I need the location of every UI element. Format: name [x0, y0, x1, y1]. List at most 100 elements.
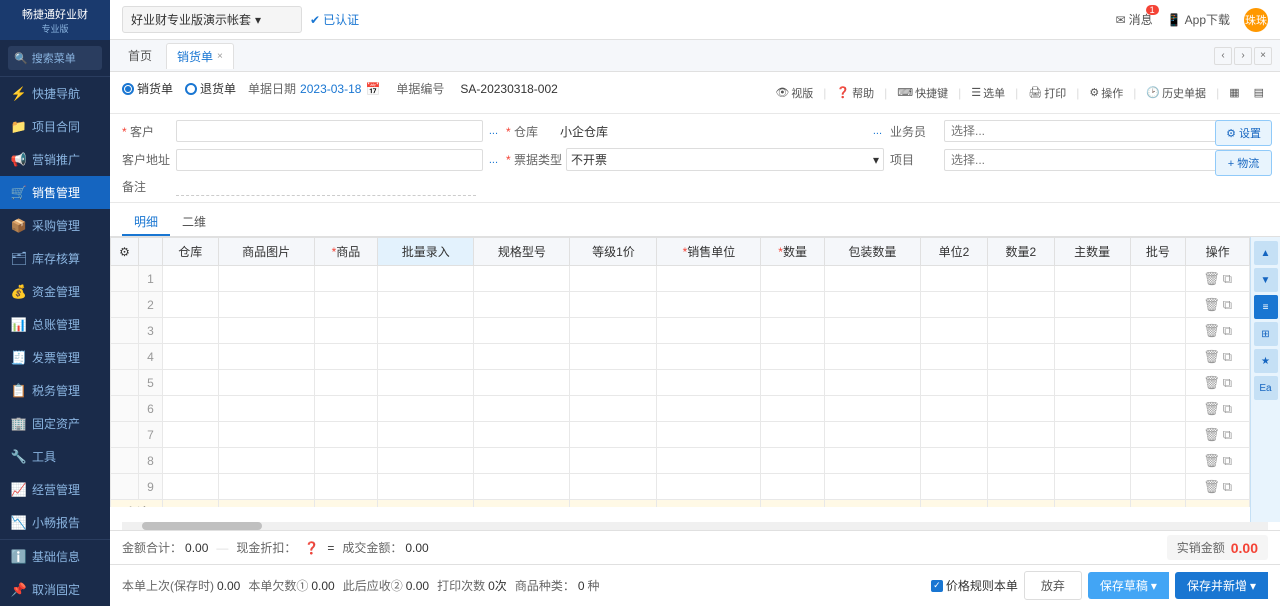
toolbar-help[interactable]: ❓ 帮助	[832, 83, 878, 103]
right-panel-btn-4[interactable]: ⊞	[1254, 322, 1278, 346]
row-warehouse[interactable]	[163, 266, 219, 292]
row-qty2[interactable]	[987, 344, 1054, 370]
row-main-qty[interactable]	[1054, 474, 1130, 500]
row-unit2[interactable]	[920, 396, 987, 422]
customer-input[interactable]	[176, 120, 483, 142]
row-price1[interactable]	[570, 474, 657, 500]
row-main-qty[interactable]	[1054, 318, 1130, 344]
search-menu-button[interactable]: 🔍 搜索菜单	[8, 46, 102, 70]
row-product-img[interactable]	[218, 318, 314, 344]
row-product-img[interactable]	[218, 396, 314, 422]
row-batch-import[interactable]	[378, 474, 474, 500]
address-input[interactable]	[176, 149, 483, 171]
invoice-select[interactable]: 不开票 ▾	[566, 148, 884, 171]
customer-select-button[interactable]: ...	[487, 125, 500, 137]
toolbar-print[interactable]: 🖨 打印	[1024, 83, 1070, 103]
row-batch-import[interactable]	[378, 396, 474, 422]
row-batch-import[interactable]	[378, 318, 474, 344]
th-batch[interactable]: 批号	[1130, 238, 1186, 266]
th-warehouse[interactable]: 仓库	[163, 238, 219, 266]
row-warehouse[interactable]	[163, 448, 219, 474]
row-qty2[interactable]	[987, 474, 1054, 500]
tab-detail[interactable]: 明细	[122, 209, 170, 236]
row-qty[interactable]	[761, 344, 825, 370]
table-scroll-wrapper[interactable]: ⚙ 仓库 商品图片 *商品 批量录入 规格型号 等级1价 *销售单位 *数量 包…	[110, 237, 1250, 507]
abandon-button[interactable]: 放弃	[1024, 571, 1082, 600]
row-main-qty[interactable]	[1054, 292, 1130, 318]
sidebar-item-tools[interactable]: 🔧 工具	[0, 440, 110, 473]
discount-help-icon[interactable]: ❓	[304, 541, 319, 555]
toolbar-layout1[interactable]: ▦	[1225, 84, 1243, 101]
row-delete-icon[interactable]: 🗑	[1203, 453, 1220, 469]
row-product-img[interactable]	[218, 448, 314, 474]
row-spec[interactable]	[474, 422, 570, 448]
price-rule-checkbox[interactable]: 价格规则本单	[931, 577, 1018, 594]
th-unit2[interactable]: 单位2	[920, 238, 987, 266]
horizontal-scrollbar[interactable]	[122, 522, 1268, 530]
row-pkg-qty[interactable]	[824, 292, 920, 318]
th-qty2[interactable]: 数量2	[987, 238, 1054, 266]
tab-close-button[interactable]: ×	[217, 51, 223, 62]
row-warehouse[interactable]	[163, 344, 219, 370]
row-delete-icon[interactable]: 🗑	[1203, 401, 1220, 417]
row-warehouse[interactable]	[163, 474, 219, 500]
row-spec[interactable]	[474, 448, 570, 474]
salesperson-input[interactable]	[944, 120, 1251, 142]
row-copy-icon[interactable]: ⧉	[1223, 401, 1232, 417]
row-copy-icon[interactable]: ⧉	[1223, 427, 1232, 443]
row-main-qty[interactable]	[1054, 266, 1130, 292]
row-delete-icon[interactable]: 🗑	[1203, 375, 1220, 391]
right-panel-btn-2[interactable]: ▼	[1254, 268, 1278, 292]
sidebar-item-project[interactable]: 📁 项目合同	[0, 110, 110, 143]
project-input[interactable]	[944, 149, 1251, 171]
row-product[interactable]	[314, 422, 378, 448]
row-unit2[interactable]	[920, 370, 987, 396]
th-unit[interactable]: *销售单位	[657, 238, 761, 266]
row-warehouse[interactable]	[163, 292, 219, 318]
row-unit2[interactable]	[920, 318, 987, 344]
tab-sales-order[interactable]: 销货单 ×	[166, 43, 234, 69]
tab-close-all-button[interactable]: ×	[1254, 47, 1272, 65]
sidebar-item-purchase[interactable]: 📦 采购管理	[0, 209, 110, 242]
row-copy-icon[interactable]: ⧉	[1223, 323, 1232, 339]
row-batch[interactable]	[1130, 474, 1186, 500]
tab-prev-button[interactable]: ‹	[1214, 47, 1232, 65]
row-spec[interactable]	[474, 266, 570, 292]
th-product[interactable]: *商品	[314, 238, 378, 266]
toolbar-operate[interactable]: ⚙ 操作	[1085, 83, 1127, 103]
row-main-qty[interactable]	[1054, 422, 1130, 448]
row-price1[interactable]	[570, 396, 657, 422]
row-pkg-qty[interactable]	[824, 448, 920, 474]
row-qty2[interactable]	[987, 318, 1054, 344]
row-copy-icon[interactable]: ⧉	[1223, 375, 1232, 391]
row-product-img[interactable]	[218, 370, 314, 396]
toolbar-shortcut[interactable]: ⌨ 快捷键	[893, 83, 952, 103]
app-download-button[interactable]: 📱 App下载	[1167, 11, 1230, 28]
row-copy-icon[interactable]: ⧉	[1223, 349, 1232, 365]
sidebar-item-tax[interactable]: 📋 税务管理	[0, 374, 110, 407]
row-unit[interactable]	[657, 396, 761, 422]
row-unit[interactable]	[657, 422, 761, 448]
toolbar-select[interactable]: ☰ 选单	[967, 83, 1009, 103]
radio-return-order[interactable]: 退货单	[185, 80, 236, 97]
row-spec[interactable]	[474, 292, 570, 318]
row-batch[interactable]	[1130, 318, 1186, 344]
row-spec[interactable]	[474, 344, 570, 370]
right-panel-btn-3[interactable]: ≡	[1254, 295, 1278, 319]
row-pkg-qty[interactable]	[824, 266, 920, 292]
row-product[interactable]	[314, 318, 378, 344]
row-batch[interactable]	[1130, 422, 1186, 448]
row-main-qty[interactable]	[1054, 370, 1130, 396]
tab-next-button[interactable]: ›	[1234, 47, 1252, 65]
row-price1[interactable]	[570, 292, 657, 318]
sidebar-item-fixed-assets[interactable]: 🏢 固定资产	[0, 407, 110, 440]
row-warehouse[interactable]	[163, 422, 219, 448]
row-unit2[interactable]	[920, 474, 987, 500]
row-spec[interactable]	[474, 396, 570, 422]
row-batch-import[interactable]	[378, 266, 474, 292]
right-panel-btn-1[interactable]: ▲	[1254, 241, 1278, 265]
row-price1[interactable]	[570, 266, 657, 292]
row-pkg-qty[interactable]	[824, 344, 920, 370]
row-product[interactable]	[314, 292, 378, 318]
radio-sales-order[interactable]: 销货单	[122, 80, 173, 97]
